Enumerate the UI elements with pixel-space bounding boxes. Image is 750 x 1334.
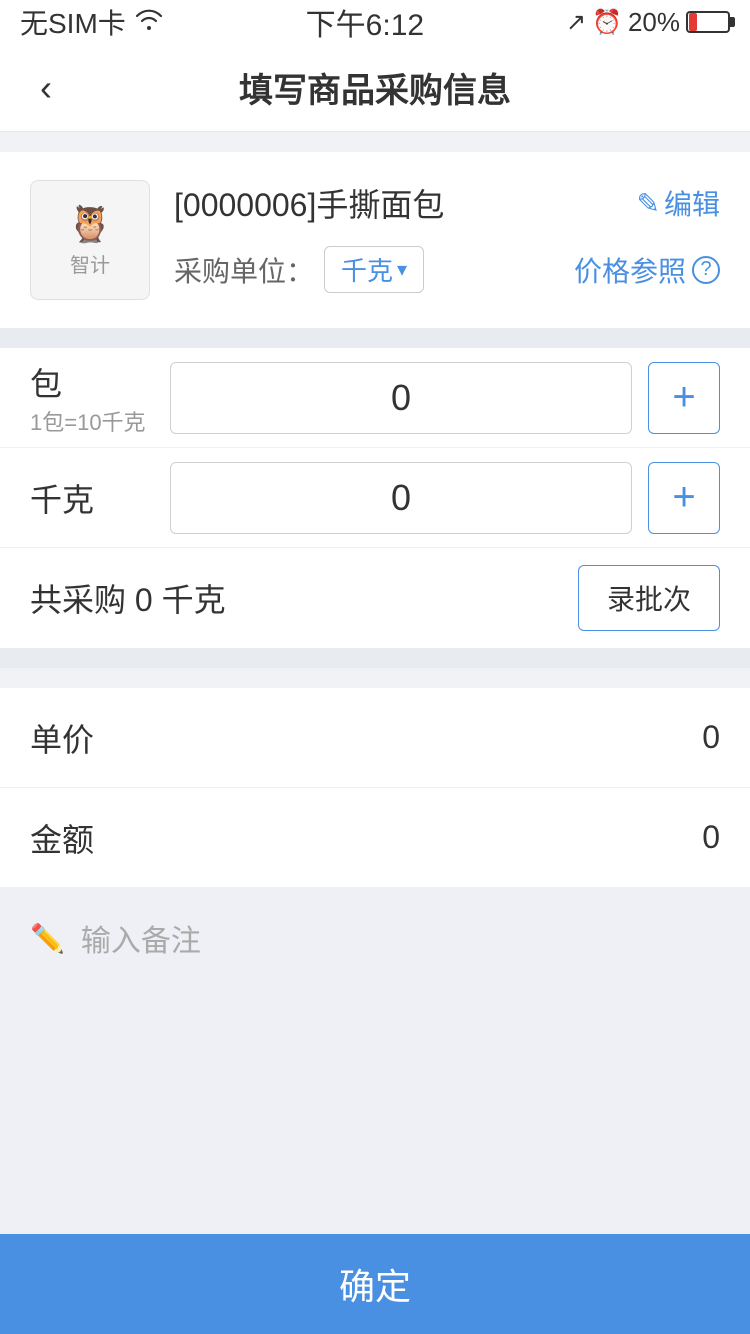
amount-value: 0 bbox=[702, 819, 720, 856]
unit-price-label: 单价 bbox=[30, 715, 94, 761]
battery-percent: 20% bbox=[628, 7, 680, 38]
kg-input-field[interactable]: 0 bbox=[170, 462, 632, 534]
bao-label: 包 bbox=[30, 359, 150, 405]
confirm-button[interactable]: 确定 bbox=[0, 1234, 750, 1334]
total-row: 共采购 0 千克 录批次 bbox=[0, 548, 750, 648]
kg-value: 0 bbox=[391, 477, 411, 519]
amount-row: 金额 0 bbox=[0, 788, 750, 888]
wifi-icon bbox=[134, 6, 164, 38]
confirm-label: 确定 bbox=[339, 1258, 411, 1310]
edit-label: 编辑 bbox=[664, 183, 720, 223]
product-title: 手撕面包 bbox=[316, 187, 444, 223]
status-time: 下午6:12 bbox=[306, 0, 424, 44]
page-title: 填写商品采购信息 bbox=[239, 63, 511, 112]
product-name: [0000006]手撕面包 bbox=[174, 180, 444, 226]
alarm-icon: ⏰ bbox=[592, 8, 622, 37]
product-code: [0000006] bbox=[174, 187, 316, 223]
kg-label: 千克 bbox=[30, 475, 150, 521]
section-divider-1 bbox=[0, 328, 750, 348]
chevron-down-icon: ▾ bbox=[397, 257, 407, 282]
input-section: 包 1包=10千克 0 + 千克 0 + 共采购 0 千克 录批次 bbox=[0, 348, 750, 648]
bao-sublabel: 1包=10千克 bbox=[30, 405, 150, 437]
location-icon: ↗ bbox=[566, 8, 586, 37]
unit-price-value: 0 bbox=[702, 719, 720, 756]
edit-button[interactable]: ✎ 编辑 bbox=[637, 183, 720, 223]
product-card: 🦉 智计 [0000006]手撕面包 ✎ 编辑 采购单位： 千克 ▾ 价格参照 bbox=[0, 152, 750, 328]
status-left: 无SIM卡 bbox=[20, 2, 164, 42]
notes-section[interactable]: ✏️ 输入备注 bbox=[0, 888, 750, 988]
info-section: 单价 0 金额 0 bbox=[0, 688, 750, 888]
price-ref-button[interactable]: 价格参照 ? bbox=[574, 250, 720, 290]
product-image-label: 智计 bbox=[70, 249, 110, 278]
bao-plus-button[interactable]: + bbox=[648, 362, 720, 434]
status-bar: 无SIM卡 下午6:12 ↗ ⏰ 20% bbox=[0, 0, 750, 44]
nav-bar: ‹ 填写商品采购信息 bbox=[0, 44, 750, 132]
batch-button[interactable]: 录批次 bbox=[578, 565, 720, 631]
product-image: 🦉 智计 bbox=[30, 180, 150, 300]
unit-select[interactable]: 千克 ▾ bbox=[324, 246, 424, 293]
price-ref-label: 价格参照 bbox=[574, 250, 686, 290]
notes-placeholder: 输入备注 bbox=[81, 916, 201, 960]
battery-icon bbox=[686, 11, 730, 33]
bao-label-group: 包 1包=10千克 bbox=[30, 359, 150, 437]
unit-value: 千克 bbox=[341, 251, 393, 288]
unit-price-row: 单价 0 bbox=[0, 688, 750, 788]
battery-fill bbox=[689, 13, 697, 31]
product-owl-icon: 🦉 bbox=[68, 203, 113, 245]
bao-value: 0 bbox=[391, 377, 411, 419]
kg-input-row: 千克 0 + bbox=[0, 448, 750, 548]
bao-input-row: 包 1包=10千克 0 + bbox=[0, 348, 750, 448]
pencil-icon: ✏️ bbox=[30, 922, 65, 955]
kg-plus-button[interactable]: + bbox=[648, 462, 720, 534]
total-text: 共采购 0 千克 bbox=[30, 575, 226, 621]
back-button[interactable]: ‹ bbox=[30, 57, 62, 119]
section-divider-2 bbox=[0, 648, 750, 668]
kg-label-group: 千克 bbox=[30, 475, 150, 521]
bao-input-field[interactable]: 0 bbox=[170, 362, 632, 434]
carrier-text: 无SIM卡 bbox=[20, 2, 126, 42]
amount-label: 金额 bbox=[30, 815, 94, 861]
product-name-row: [0000006]手撕面包 ✎ 编辑 bbox=[174, 180, 720, 226]
product-info: [0000006]手撕面包 ✎ 编辑 采购单位： 千克 ▾ 价格参照 ? bbox=[174, 180, 720, 293]
purchase-unit-row: 采购单位： 千克 ▾ 价格参照 ? bbox=[174, 246, 720, 293]
purchase-unit-label: 采购单位： 千克 ▾ bbox=[174, 246, 424, 293]
info-circle-icon: ? bbox=[692, 256, 720, 284]
status-right: ↗ ⏰ 20% bbox=[566, 7, 730, 38]
unit-label-text: 采购单位： bbox=[174, 250, 314, 290]
edit-icon: ✎ bbox=[637, 187, 660, 220]
